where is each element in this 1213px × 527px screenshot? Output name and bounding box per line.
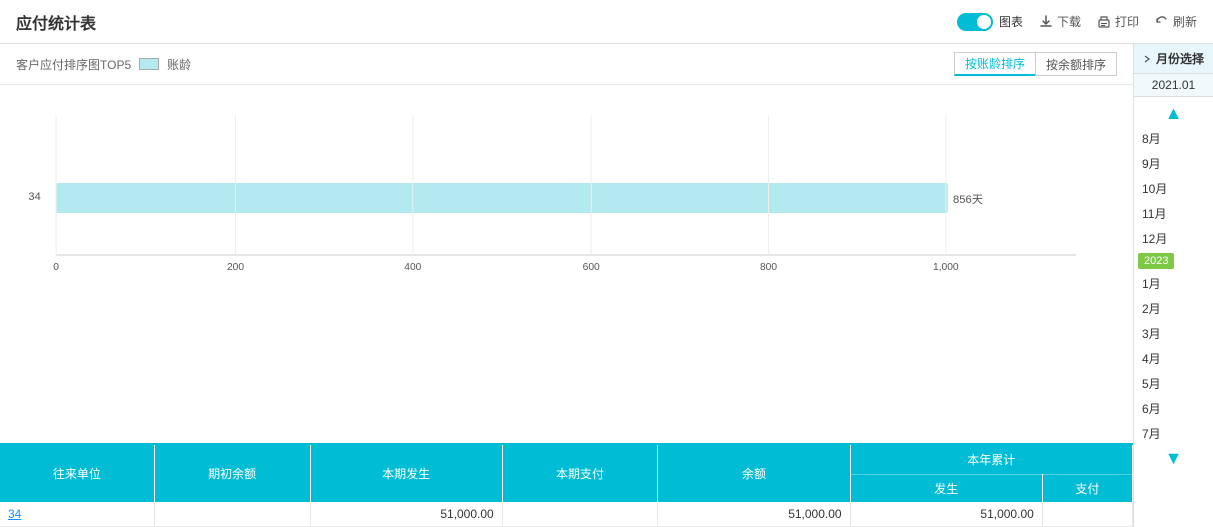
chevron-right-icon bbox=[1142, 54, 1152, 64]
legend-box-label: 账龄 bbox=[167, 56, 191, 73]
chart-area: 客户应付排序图TOP5 账龄 按账龄排序 按余额排序 34 856天 bbox=[0, 44, 1133, 527]
cell-balance: 51,000.00 bbox=[658, 502, 850, 527]
nav-down-arrow[interactable]: ▼ bbox=[1163, 446, 1185, 471]
download-icon bbox=[1039, 15, 1053, 29]
refresh-label: 刷新 bbox=[1173, 13, 1197, 30]
cell-occurrence: 51,000.00 bbox=[310, 502, 502, 527]
app-container: 应付统计表 图表 下载 打印 bbox=[0, 0, 1213, 527]
col-unit: 往来单位 bbox=[0, 445, 154, 502]
sidebar-month-input[interactable]: 2021.01 bbox=[1134, 74, 1213, 97]
download-label: 下载 bbox=[1057, 13, 1081, 30]
nav-up-arrow[interactable]: ▲ bbox=[1163, 101, 1185, 126]
sidebar-item-sep[interactable]: 9月 bbox=[1134, 151, 1213, 176]
sidebar-item-oct[interactable]: 10月 bbox=[1134, 176, 1213, 201]
col-occurrence: 本期发生 bbox=[310, 445, 502, 502]
sidebar-title: 月份选择 bbox=[1156, 50, 1204, 67]
chart-svg-area: 34 856天 0 200 400 600 800 1,000 bbox=[0, 85, 1133, 443]
refresh-icon bbox=[1155, 15, 1169, 29]
chart-svg: 34 856天 0 200 400 600 800 1,000 bbox=[10, 95, 1117, 295]
sidebar-item-jun[interactable]: 6月 bbox=[1134, 396, 1213, 421]
svg-text:800: 800 bbox=[760, 262, 777, 273]
sort-by-age-button[interactable]: 按账龄排序 bbox=[954, 52, 1035, 76]
col-opening: 期初余额 bbox=[154, 445, 310, 502]
header-actions: 图表 下载 打印 刷新 bbox=[957, 13, 1197, 31]
svg-text:600: 600 bbox=[583, 262, 600, 273]
chart-sort: 按账龄排序 按余额排序 bbox=[954, 52, 1117, 76]
legend-box bbox=[139, 58, 159, 70]
sidebar-item-aug[interactable]: 8月 bbox=[1134, 126, 1213, 151]
sidebar-item-apr[interactable]: 4月 bbox=[1134, 346, 1213, 371]
svg-text:1,000: 1,000 bbox=[933, 262, 959, 273]
download-button[interactable]: 下载 bbox=[1039, 13, 1081, 30]
cell-opening bbox=[154, 502, 310, 527]
svg-text:856天: 856天 bbox=[953, 194, 983, 206]
refresh-button[interactable]: 刷新 bbox=[1155, 13, 1197, 30]
svg-text:34: 34 bbox=[28, 191, 41, 203]
sort-by-balance-button[interactable]: 按余额排序 bbox=[1035, 52, 1117, 76]
sidebar-item-jan[interactable]: 1月 bbox=[1134, 271, 1213, 296]
chart-toggle-group: 图表 bbox=[957, 13, 1023, 31]
print-button[interactable]: 打印 bbox=[1097, 13, 1139, 30]
balance-value: 51,000.00 bbox=[788, 507, 841, 521]
sidebar-item-jul[interactable]: 7月 bbox=[1134, 421, 1213, 446]
sidebar-item-feb[interactable]: 2月 bbox=[1134, 296, 1213, 321]
sidebar-item-may[interactable]: 5月 bbox=[1134, 371, 1213, 396]
header: 应付统计表 图表 下载 打印 bbox=[0, 0, 1213, 44]
chart-legend: 客户应付排序图TOP5 账龄 bbox=[16, 56, 191, 73]
cell-payment bbox=[502, 502, 658, 527]
sidebar-header: 月份选择 bbox=[1134, 44, 1213, 74]
col-payment: 本期支付 bbox=[502, 445, 658, 502]
chart-header: 客户应付排序图TOP5 账龄 按账龄排序 按余额排序 bbox=[0, 44, 1133, 85]
ytd-occurrence-value: 51,000.00 bbox=[980, 507, 1033, 521]
sidebar-item-nov[interactable]: 11月 bbox=[1134, 201, 1213, 226]
cell-ytd-payment bbox=[1042, 502, 1132, 527]
page-title: 应付统计表 bbox=[16, 10, 96, 34]
toggle-label: 图表 bbox=[999, 13, 1023, 30]
sidebar: 月份选择 2021.01 ▲ 8月 9月 10月 11月 12月 2023 1月… bbox=[1133, 44, 1213, 527]
col-ytd-occurrence: 发生 bbox=[850, 475, 1042, 503]
sidebar-nav: ▲ 8月 9月 10月 11月 12月 2023 1月 2月 3月 4月 5月 … bbox=[1134, 97, 1213, 475]
cell-unit: 34 bbox=[0, 502, 154, 527]
occurrence-value: 51,000.00 bbox=[440, 507, 493, 521]
col-ytd-payment: 支付 bbox=[1042, 475, 1132, 503]
sidebar-item-mar[interactable]: 3月 bbox=[1134, 321, 1213, 346]
col-balance: 余额 bbox=[658, 445, 850, 502]
svg-text:400: 400 bbox=[404, 262, 421, 273]
unit-link[interactable]: 34 bbox=[8, 507, 21, 521]
svg-text:200: 200 bbox=[227, 262, 244, 273]
cell-ytd-occurrence: 51,000.00 bbox=[850, 502, 1042, 527]
chart-toggle[interactable] bbox=[957, 13, 993, 31]
table-wrapper: 往来单位 期初余额 本期发生 本期支付 余额 本年累计 发生 支付 bbox=[0, 445, 1133, 527]
svg-text:0: 0 bbox=[53, 262, 59, 273]
table-row: 34 51,000.00 51,000.00 51,000.00 bbox=[0, 502, 1133, 527]
data-table: 往来单位 期初余额 本期发生 本期支付 余额 本年累计 发生 支付 bbox=[0, 445, 1133, 527]
sidebar-item-dec[interactable]: 12月 bbox=[1134, 226, 1213, 251]
year-badge: 2023 bbox=[1138, 253, 1174, 269]
legend-title: 客户应付排序图TOP5 bbox=[16, 56, 131, 73]
col-ytd: 本年累计 bbox=[850, 445, 1132, 475]
print-label: 打印 bbox=[1115, 13, 1139, 30]
table-area: 往来单位 期初余额 本期发生 本期支付 余额 本年累计 发生 支付 bbox=[0, 443, 1133, 527]
main-content: 客户应付排序图TOP5 账龄 按账龄排序 按余额排序 34 856天 bbox=[0, 44, 1213, 527]
print-icon bbox=[1097, 15, 1111, 29]
